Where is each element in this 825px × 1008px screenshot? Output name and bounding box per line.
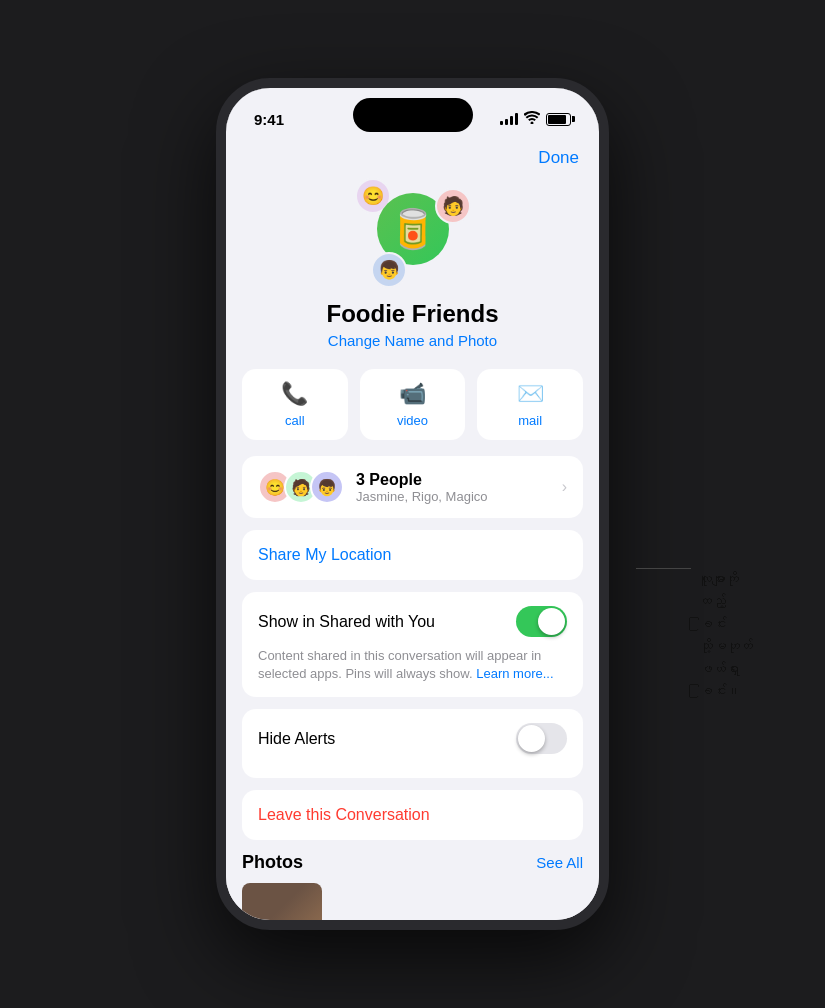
- share-location-section: Share My Location: [242, 530, 583, 580]
- group-info: 😊 🥫 🧑 👦 Foodie Friends Change Name and P…: [226, 168, 599, 369]
- photos-header: Photos See All: [242, 852, 583, 873]
- shared-with-you-section: Show in Shared with You Content shared i…: [242, 592, 583, 697]
- mail-button[interactable]: ✉️ mail: [477, 369, 583, 440]
- learn-more-link[interactable]: Learn more...: [476, 666, 553, 681]
- video-icon: 📹: [399, 381, 426, 407]
- toggle-thumb-on: [538, 608, 565, 635]
- phone-icon: 📞: [281, 381, 308, 407]
- hide-alerts-label: Hide Alerts: [258, 730, 335, 748]
- person-avatar-3: 👦: [310, 470, 344, 504]
- people-count: 3 People: [356, 471, 562, 489]
- people-avatars: 😊 🧑 👦: [258, 470, 344, 504]
- hide-alerts-section: Hide Alerts: [242, 709, 583, 778]
- group-name: Foodie Friends: [326, 300, 498, 328]
- bar1: [500, 121, 503, 125]
- battery-fill: [548, 115, 566, 124]
- can-food-icon: 🥫: [389, 207, 436, 251]
- shared-with-you-toggle[interactable]: [516, 606, 567, 637]
- photos-title: Photos: [242, 852, 303, 873]
- status-bar: 9:41: [226, 88, 599, 138]
- people-info: 3 People Jasmine, Rigo, Magico: [356, 471, 562, 504]
- bar3: [510, 116, 513, 125]
- change-name-link[interactable]: Change Name and Photo: [328, 332, 497, 349]
- phone-frame: 9:41 Done: [216, 78, 609, 930]
- chevron-right-icon: ›: [562, 478, 567, 496]
- call-label: call: [285, 413, 305, 428]
- video-button[interactable]: 📹 video: [360, 369, 466, 440]
- see-all-button[interactable]: See All: [536, 854, 583, 871]
- photos-grid: 🧑: [242, 883, 583, 920]
- share-location-text: Share My Location: [258, 546, 391, 564]
- bar2: [505, 119, 508, 125]
- bar4: [515, 113, 518, 125]
- wifi-icon: [524, 111, 540, 127]
- dynamic-island: [353, 98, 473, 132]
- photo-thumb-1[interactable]: 🧑: [242, 883, 322, 920]
- action-buttons: 📞 call 📹 video ✉️ mail: [226, 369, 599, 440]
- photos-section: Photos See All 🧑: [242, 852, 583, 920]
- annotation-line-container: [636, 568, 691, 569]
- status-icons: [500, 111, 571, 127]
- avatar-bottom-left: 👦: [371, 252, 407, 288]
- mail-label: mail: [518, 413, 542, 428]
- done-button[interactable]: Done: [538, 148, 579, 168]
- annotation-line: [636, 568, 691, 569]
- call-button[interactable]: 📞 call: [242, 369, 348, 440]
- toggle-thumb-off: [518, 725, 545, 752]
- people-section: 😊 🧑 👦 3 People Jasmine, Rigo, Magico ›: [242, 456, 583, 518]
- avatar-cluster: 😊 🥫 🧑 👦: [353, 178, 473, 288]
- sheet: Done 😊 🥫 🧑 👦 Foodie Friends Change Name …: [226, 138, 599, 920]
- people-list-item[interactable]: 😊 🧑 👦 3 People Jasmine, Rigo, Magico ›: [242, 456, 583, 518]
- signal-bars-icon: [500, 113, 518, 125]
- video-label: video: [397, 413, 428, 428]
- status-time: 9:41: [254, 111, 284, 128]
- leave-section: Leave this Conversation: [242, 790, 583, 840]
- outer-wrapper: 9:41 Done: [216, 78, 609, 930]
- sheet-container: Done 😊 🥫 🧑 👦 Foodie Friends Change Name …: [226, 138, 599, 920]
- battery-icon: [546, 113, 571, 126]
- annotation-outside: လူများကို ထည့်ခြင်း သို့မဟုတ် ဖယ်ရှားခြင…: [636, 568, 753, 702]
- sheet-header: Done: [226, 138, 599, 168]
- hide-alerts-row: Hide Alerts: [258, 723, 567, 754]
- shared-with-you-description: Content shared in this conversation will…: [258, 647, 567, 683]
- shared-with-you-row: Show in Shared with You: [258, 606, 567, 637]
- shared-with-you-label: Show in Shared with You: [258, 613, 435, 631]
- leave-text[interactable]: Leave this Conversation: [258, 806, 430, 823]
- annotation-text: လူများကို ထည့်ခြင်း သို့မဟုတ် ဖယ်ရှားခြင…: [699, 568, 753, 702]
- hide-alerts-toggle[interactable]: [516, 723, 567, 754]
- mail-icon: ✉️: [517, 381, 544, 407]
- people-names: Jasmine, Rigo, Magico: [356, 489, 562, 504]
- share-location-item[interactable]: Share My Location: [242, 530, 583, 580]
- avatar-top-right: 🧑: [435, 188, 471, 224]
